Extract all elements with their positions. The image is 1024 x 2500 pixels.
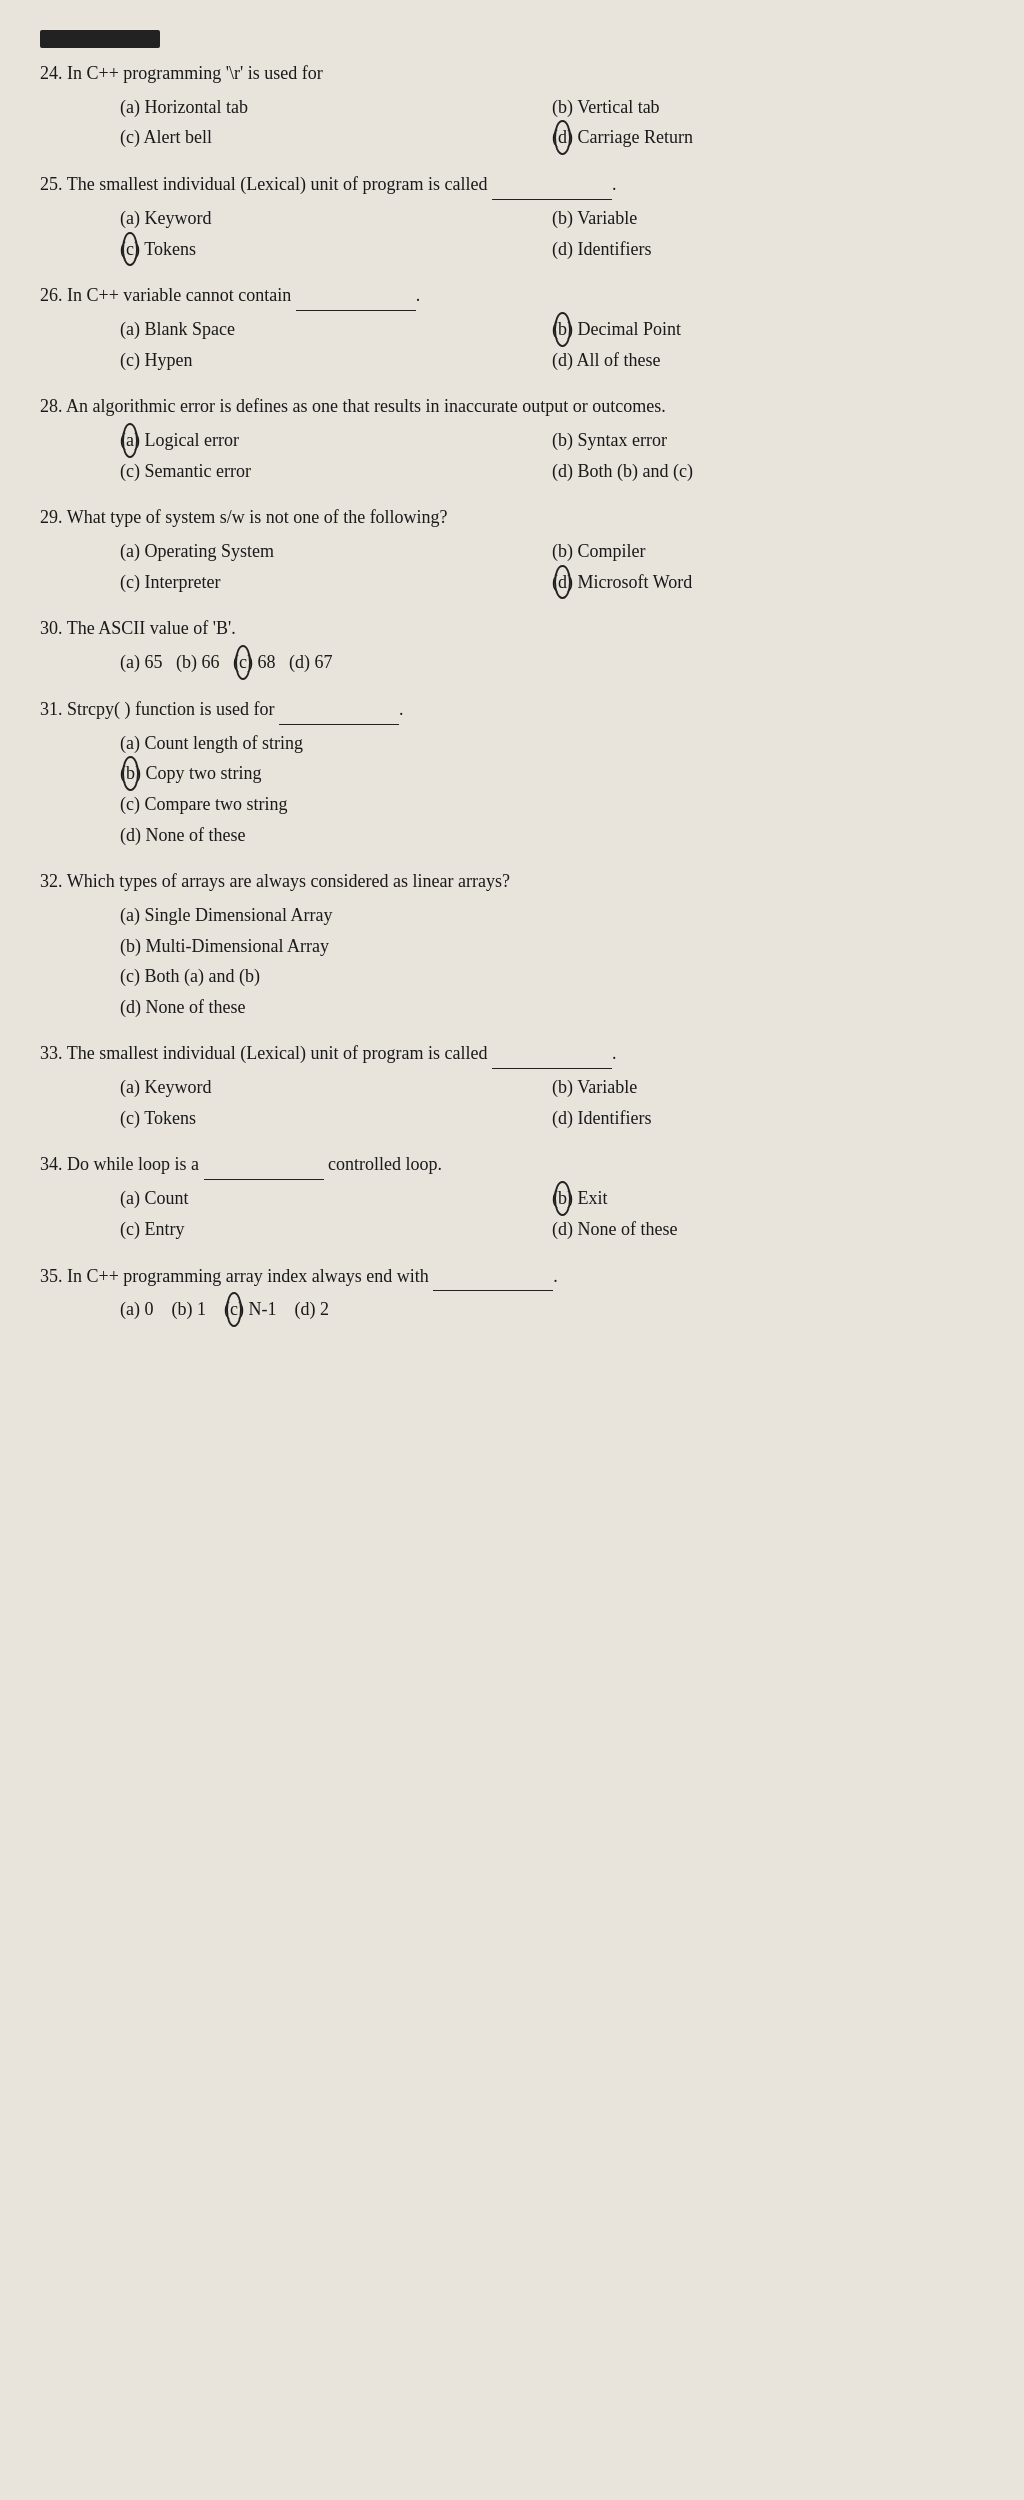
q26-option-b: (b) Decimal Point <box>552 314 984 345</box>
question-33: 33. The smallest individual (Lexical) un… <box>40 1040 984 1133</box>
q29-option-a: (a) Operating System <box>120 536 552 567</box>
q26-text: 26. In C++ variable cannot contain . <box>40 282 984 310</box>
q35-options: (a) 0 (b) 1 (c) N-1 (d) 2 <box>120 1294 984 1325</box>
q32-option-b: (b) Multi-Dimensional Array <box>120 931 984 962</box>
q33-option-a: (a) Keyword <box>120 1072 552 1103</box>
q30-options: (a) 65 (b) 66 (c) 68 (d) 67 <box>120 647 984 678</box>
q26-option-d: (d) All of these <box>552 345 984 376</box>
q24-option-c: (c) Alert bell <box>120 122 552 153</box>
q35-answer-c: c <box>230 1294 238 1325</box>
q34-options: (a) Count (b) Exit (c) Entry (d) None of… <box>120 1183 984 1244</box>
q28-option-c: (c) Semantic error <box>120 456 552 487</box>
question-26: 26. In C++ variable cannot contain . (a)… <box>40 282 984 375</box>
question-34: 34. Do while loop is a controlled loop. … <box>40 1151 984 1244</box>
q29-option-c: (c) Interpreter <box>120 567 552 598</box>
q34-option-d: (d) None of these <box>552 1214 984 1245</box>
q25-options: (a) Keyword (b) Variable (c) Tokens (d) … <box>120 203 984 264</box>
question-25: 25. The smallest individual (Lexical) un… <box>40 171 984 264</box>
q34-option-b: (b) Exit <box>552 1183 984 1214</box>
q30-text: 30. The ASCII value of 'B'. <box>40 615 984 643</box>
q35-number: 35. <box>40 1266 63 1286</box>
q32-text: 32. Which types of arrays are always con… <box>40 868 984 896</box>
question-28: 28. An algorithmic error is defines as o… <box>40 393 984 486</box>
question-35: 35. In C++ programming array index alway… <box>40 1263 984 1325</box>
questions-container: 24. In C++ programming '\r' is used for … <box>40 60 984 1325</box>
q34-option-a: (a) Count <box>120 1183 552 1214</box>
question-29: 29. What type of system s/w is not one o… <box>40 504 984 597</box>
q24-text: 24. In C++ programming '\r' is used for <box>40 60 984 88</box>
q30-answer-c: c <box>239 647 247 678</box>
q26-answer-b: b <box>558 314 567 345</box>
q29-option-d: (d) Microsoft Word <box>552 567 984 598</box>
q33-options: (a) Keyword (b) Variable (c) Tokens (d) … <box>120 1072 984 1133</box>
q24-options: (a) Horizontal tab (b) Vertical tab (c) … <box>120 92 984 153</box>
q32-option-d: (d) None of these <box>120 992 984 1023</box>
q24-option-a: (a) Horizontal tab <box>120 92 552 123</box>
q32-number: 32. <box>40 871 63 891</box>
question-24: 24. In C++ programming '\r' is used for … <box>40 60 984 153</box>
q25-option-a: (a) Keyword <box>120 203 552 234</box>
question-31: 31. Strcpy( ) function is used for . (a)… <box>40 696 984 850</box>
q28-text: 28. An algorithmic error is defines as o… <box>40 393 984 421</box>
q24-number: 24. <box>40 63 63 83</box>
q26-options: (a) Blank Space (b) Decimal Point (c) Hy… <box>120 314 984 375</box>
q34-blank <box>204 1151 324 1180</box>
q29-number: 29. <box>40 507 63 527</box>
q26-option-a: (a) Blank Space <box>120 314 552 345</box>
q26-option-c: (c) Hypen <box>120 345 552 376</box>
q25-option-b: (b) Variable <box>552 203 984 234</box>
q24-option-d: (d) Carriage Return <box>552 122 984 153</box>
top-bar <box>40 30 160 48</box>
q25-text: 25. The smallest individual (Lexical) un… <box>40 171 984 199</box>
q31-number: 31. <box>40 699 63 719</box>
q31-option-d: (d) None of these <box>120 820 984 851</box>
q33-text: 33. The smallest individual (Lexical) un… <box>40 1040 984 1068</box>
q33-option-d: (d) Identifiers <box>552 1103 984 1134</box>
q34-number: 34. <box>40 1154 63 1174</box>
q31-answer-b: b <box>126 758 135 789</box>
q33-option-c: (c) Tokens <box>120 1103 552 1134</box>
q34-text: 34. Do while loop is a controlled loop. <box>40 1151 984 1179</box>
q25-answer-c: c <box>126 234 134 265</box>
q25-number: 25. <box>40 174 63 194</box>
q24-option-b: (b) Vertical tab <box>552 92 984 123</box>
q32-options: (a) Single Dimensional Array (b) Multi-D… <box>120 900 984 1022</box>
q31-text: 31. Strcpy( ) function is used for . <box>40 696 984 724</box>
q28-number: 28. <box>40 396 63 416</box>
q32-option-a: (a) Single Dimensional Array <box>120 900 984 931</box>
q29-option-b: (b) Compiler <box>552 536 984 567</box>
q30-number: 30. <box>40 618 63 638</box>
q29-options: (a) Operating System (b) Compiler (c) In… <box>120 536 984 597</box>
q35-text: 35. In C++ programming array index alway… <box>40 1263 984 1291</box>
q26-number: 26. <box>40 285 63 305</box>
q31-option-b: (b) Copy two string <box>120 758 984 789</box>
q28-answer-a: a <box>126 425 134 456</box>
q34-option-c: (c) Entry <box>120 1214 552 1245</box>
q28-option-d: (d) Both (b) and (c) <box>552 456 984 487</box>
q28-options: (a) Logical error (b) Syntax error (c) S… <box>120 425 984 486</box>
q24-answer-d: d <box>558 122 567 153</box>
q31-options: (a) Count length of string (b) Copy two … <box>120 728 984 850</box>
q34-answer-b: b <box>558 1183 567 1214</box>
q25-blank <box>492 171 612 200</box>
q31-option-a: (a) Count length of string <box>120 728 984 759</box>
q33-blank <box>492 1040 612 1069</box>
q28-option-b: (b) Syntax error <box>552 425 984 456</box>
q35-blank <box>433 1263 553 1292</box>
q25-option-d: (d) Identifiers <box>552 234 984 265</box>
q29-text: 29. What type of system s/w is not one o… <box>40 504 984 532</box>
q26-blank <box>296 282 416 311</box>
q32-option-c: (c) Both (a) and (b) <box>120 961 984 992</box>
q31-blank <box>279 696 399 725</box>
question-30: 30. The ASCII value of 'B'. (a) 65 (b) 6… <box>40 615 984 677</box>
q33-option-b: (b) Variable <box>552 1072 984 1103</box>
q29-answer-d: d <box>558 567 567 598</box>
q25-option-c: (c) Tokens <box>120 234 552 265</box>
question-32: 32. Which types of arrays are always con… <box>40 868 984 1022</box>
q28-option-a: (a) Logical error <box>120 425 552 456</box>
q31-option-c: (c) Compare two string <box>120 789 984 820</box>
q33-number: 33. <box>40 1043 63 1063</box>
